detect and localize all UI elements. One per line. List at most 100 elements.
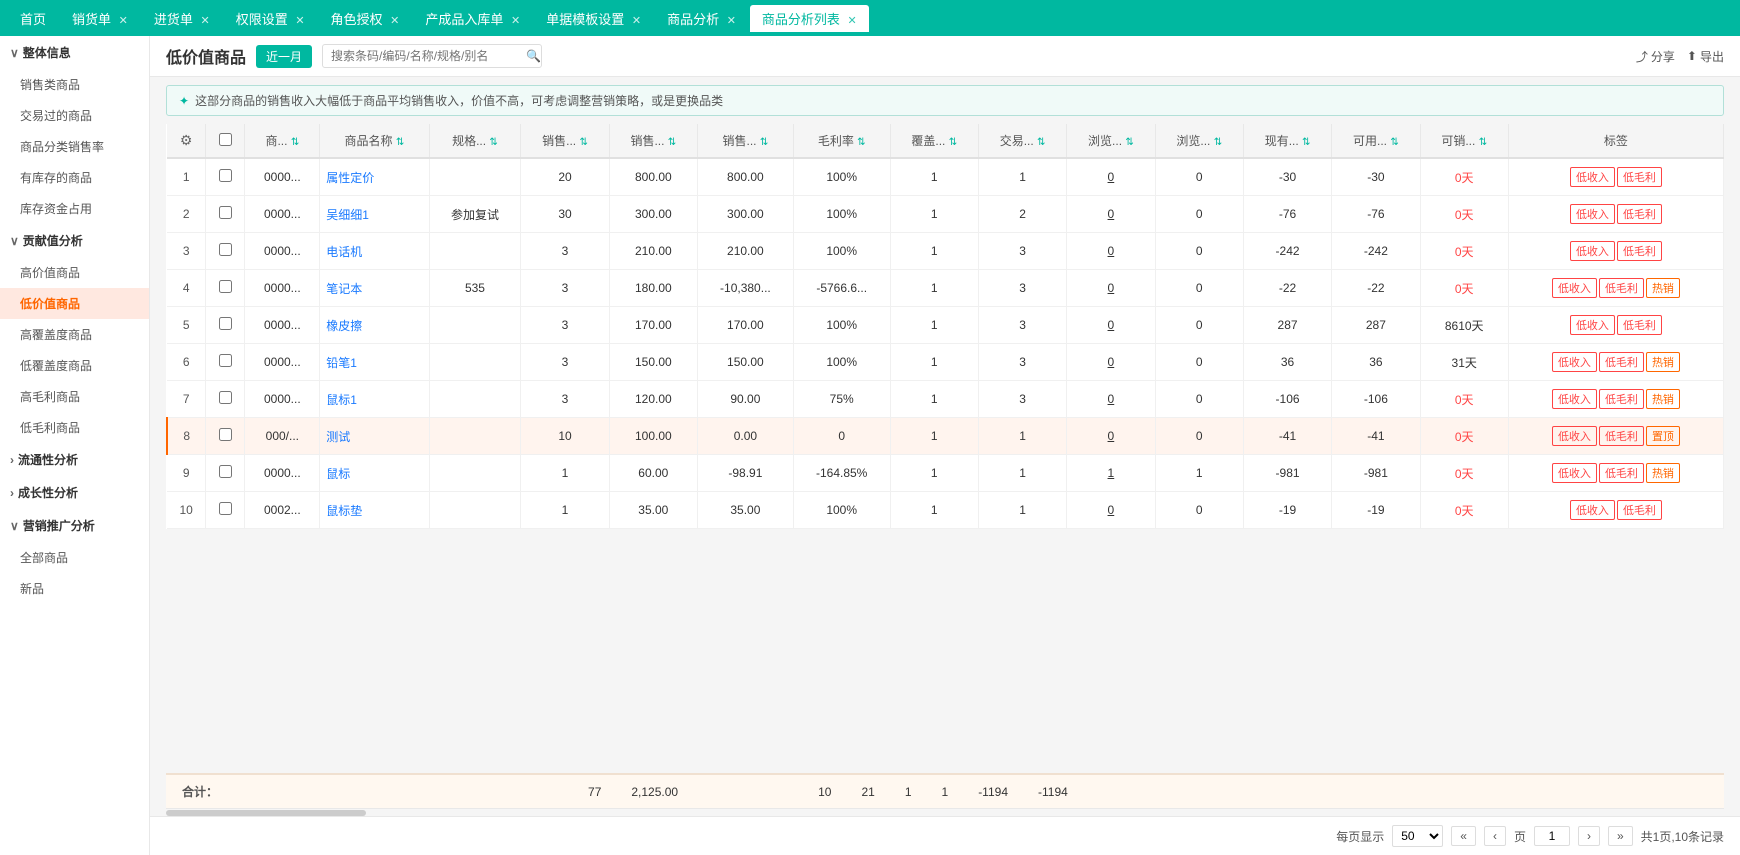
sidebar-item-stock-product[interactable]: 有库存的商品 (0, 162, 149, 193)
row-name[interactable]: 铅笔1 (320, 344, 429, 381)
row-name[interactable]: 属性定价 (320, 158, 429, 196)
column-sale-qty[interactable]: 销售... ⇅ (521, 124, 609, 158)
prev-page-button[interactable]: ‹ (1484, 826, 1506, 846)
row-name[interactable]: 橡皮擦 (320, 307, 429, 344)
last-page-button[interactable]: » (1608, 826, 1633, 846)
view1-link[interactable]: 0 (1108, 244, 1115, 258)
nav-product-analysis-list[interactable]: 商品分析列表 ✕ (750, 5, 869, 32)
sidebar-item-category-rate[interactable]: 商品分类销售率 (0, 131, 149, 162)
row-checkbox[interactable] (206, 492, 245, 529)
view1-link[interactable]: 0 (1108, 503, 1115, 517)
view1-link[interactable]: 0 (1108, 429, 1115, 443)
column-sale-avg[interactable]: 销售... ⇅ (697, 124, 793, 158)
view1-link[interactable]: 1 (1108, 466, 1115, 480)
row-name[interactable]: 笔记本 (320, 270, 429, 307)
first-page-button[interactable]: « (1451, 826, 1476, 846)
sidebar-group-growth[interactable]: › 成长性分析 (0, 476, 149, 509)
row-select-checkbox[interactable] (219, 169, 232, 182)
sidebar-group-contribution[interactable]: ∨ 贡献值分析 (0, 224, 149, 257)
row-view1[interactable]: 0 (1067, 381, 1155, 418)
column-view1[interactable]: 浏览... ⇅ (1067, 124, 1155, 158)
view1-link[interactable]: 0 (1108, 392, 1115, 406)
row-checkbox[interactable] (206, 270, 245, 307)
column-name[interactable]: 商品名称 ⇅ (320, 124, 429, 158)
row-view1[interactable]: 0 (1067, 158, 1155, 196)
row-view1[interactable]: 0 (1067, 196, 1155, 233)
column-gear[interactable]: ⚙ (167, 124, 206, 158)
sidebar-group-circulation[interactable]: › 流通性分析 (0, 443, 149, 476)
export-button[interactable]: ⬆ 导出 (1687, 48, 1724, 65)
close-icon[interactable]: ✕ (727, 15, 736, 27)
view1-link[interactable]: 0 (1108, 355, 1115, 369)
column-coverage[interactable]: 覆盖... ⇅ (890, 124, 978, 158)
column-sale-amount[interactable]: 销售... ⇅ (609, 124, 697, 158)
row-select-checkbox[interactable] (219, 280, 232, 293)
row-view1[interactable]: 1 (1067, 455, 1155, 492)
share-button[interactable]: ⤴ 分享 (1636, 48, 1675, 65)
select-all-checkbox[interactable] (219, 133, 232, 146)
sidebar-item-high-coverage[interactable]: 高覆盖度商品 (0, 319, 149, 350)
nav-purchase-order[interactable]: 进货单 ✕ (142, 5, 222, 32)
row-name[interactable]: 测试 (320, 418, 429, 455)
row-checkbox[interactable] (206, 307, 245, 344)
column-saleable-days[interactable]: 可销... ⇅ (1420, 124, 1508, 158)
row-checkbox[interactable] (206, 196, 245, 233)
sidebar-group-overall[interactable]: ∨ 整体信息 (0, 36, 149, 69)
row-checkbox[interactable] (206, 344, 245, 381)
next-page-button[interactable]: › (1578, 826, 1600, 846)
row-select-checkbox[interactable] (219, 206, 232, 219)
close-icon[interactable]: ✕ (390, 15, 399, 27)
row-view1[interactable]: 0 (1067, 307, 1155, 344)
per-page-select[interactable]: 50 100 200 (1392, 825, 1443, 847)
row-checkbox[interactable] (206, 418, 245, 455)
search-input[interactable] (322, 44, 542, 68)
sidebar-item-new-product[interactable]: 新品 (0, 573, 149, 604)
horizontal-scrollbar[interactable] (166, 808, 1724, 816)
view1-link[interactable]: 0 (1108, 170, 1115, 184)
column-available-stock[interactable]: 可用... ⇅ (1332, 124, 1420, 158)
column-current-stock[interactable]: 现有... ⇅ (1243, 124, 1331, 158)
sidebar-item-sales-product[interactable]: 销售类商品 (0, 69, 149, 100)
row-view1[interactable]: 0 (1067, 492, 1155, 529)
row-checkbox[interactable] (206, 455, 245, 492)
sidebar-item-traded-product[interactable]: 交易过的商品 (0, 100, 149, 131)
column-code[interactable]: 商... ⇅ (245, 124, 320, 158)
row-name[interactable]: 鼠标 (320, 455, 429, 492)
column-spec[interactable]: 规格... ⇅ (429, 124, 521, 158)
search-icon[interactable]: 🔍 (526, 49, 541, 63)
row-checkbox[interactable] (206, 158, 245, 196)
nav-role-auth[interactable]: 角色授权 ✕ (319, 5, 412, 32)
nav-template[interactable]: 单据模板设置 ✕ (534, 5, 653, 32)
row-select-checkbox[interactable] (219, 243, 232, 256)
sidebar-item-high-value[interactable]: 高价值商品 (0, 257, 149, 288)
filter-period-button[interactable]: 近一月 (256, 45, 312, 68)
table-wrapper[interactable]: ⚙ 商... ⇅ 商品名称 ⇅ 规格... ⇅ 销售... ⇅ 销售... ⇅ … (166, 124, 1724, 773)
row-name[interactable]: 鼠标垫 (320, 492, 429, 529)
nav-product-analysis[interactable]: 商品分析 ✕ (655, 5, 748, 32)
close-icon[interactable]: ✕ (848, 15, 857, 27)
row-select-checkbox[interactable] (219, 317, 232, 330)
close-icon[interactable]: ✕ (119, 15, 128, 27)
sidebar-item-low-value[interactable]: 低价值商品 (0, 288, 149, 319)
row-view1[interactable]: 0 (1067, 344, 1155, 381)
row-checkbox[interactable] (206, 381, 245, 418)
row-view1[interactable]: 0 (1067, 270, 1155, 307)
close-icon[interactable]: ✕ (295, 15, 304, 27)
row-select-checkbox[interactable] (219, 354, 232, 367)
gear-button[interactable]: ⚙ (180, 132, 193, 149)
nav-sales-order[interactable]: 销货单 ✕ (60, 5, 140, 32)
sidebar-item-high-margin[interactable]: 高毛利商品 (0, 381, 149, 412)
column-view2[interactable]: 浏览... ⇅ (1155, 124, 1243, 158)
close-icon[interactable]: ✕ (200, 15, 209, 27)
page-input[interactable] (1534, 826, 1570, 846)
sidebar-item-all-product[interactable]: 全部商品 (0, 542, 149, 573)
row-select-checkbox[interactable] (219, 465, 232, 478)
close-icon[interactable]: ✕ (632, 15, 641, 27)
close-icon[interactable]: ✕ (511, 15, 520, 27)
row-name[interactable]: 吴细细1 (320, 196, 429, 233)
nav-permission[interactable]: 权限设置 ✕ (224, 5, 317, 32)
column-trade[interactable]: 交易... ⇅ (978, 124, 1066, 158)
sidebar-item-low-margin[interactable]: 低毛利商品 (0, 412, 149, 443)
row-view1[interactable]: 0 (1067, 418, 1155, 455)
column-gross-rate[interactable]: 毛利率 ⇅ (793, 124, 890, 158)
